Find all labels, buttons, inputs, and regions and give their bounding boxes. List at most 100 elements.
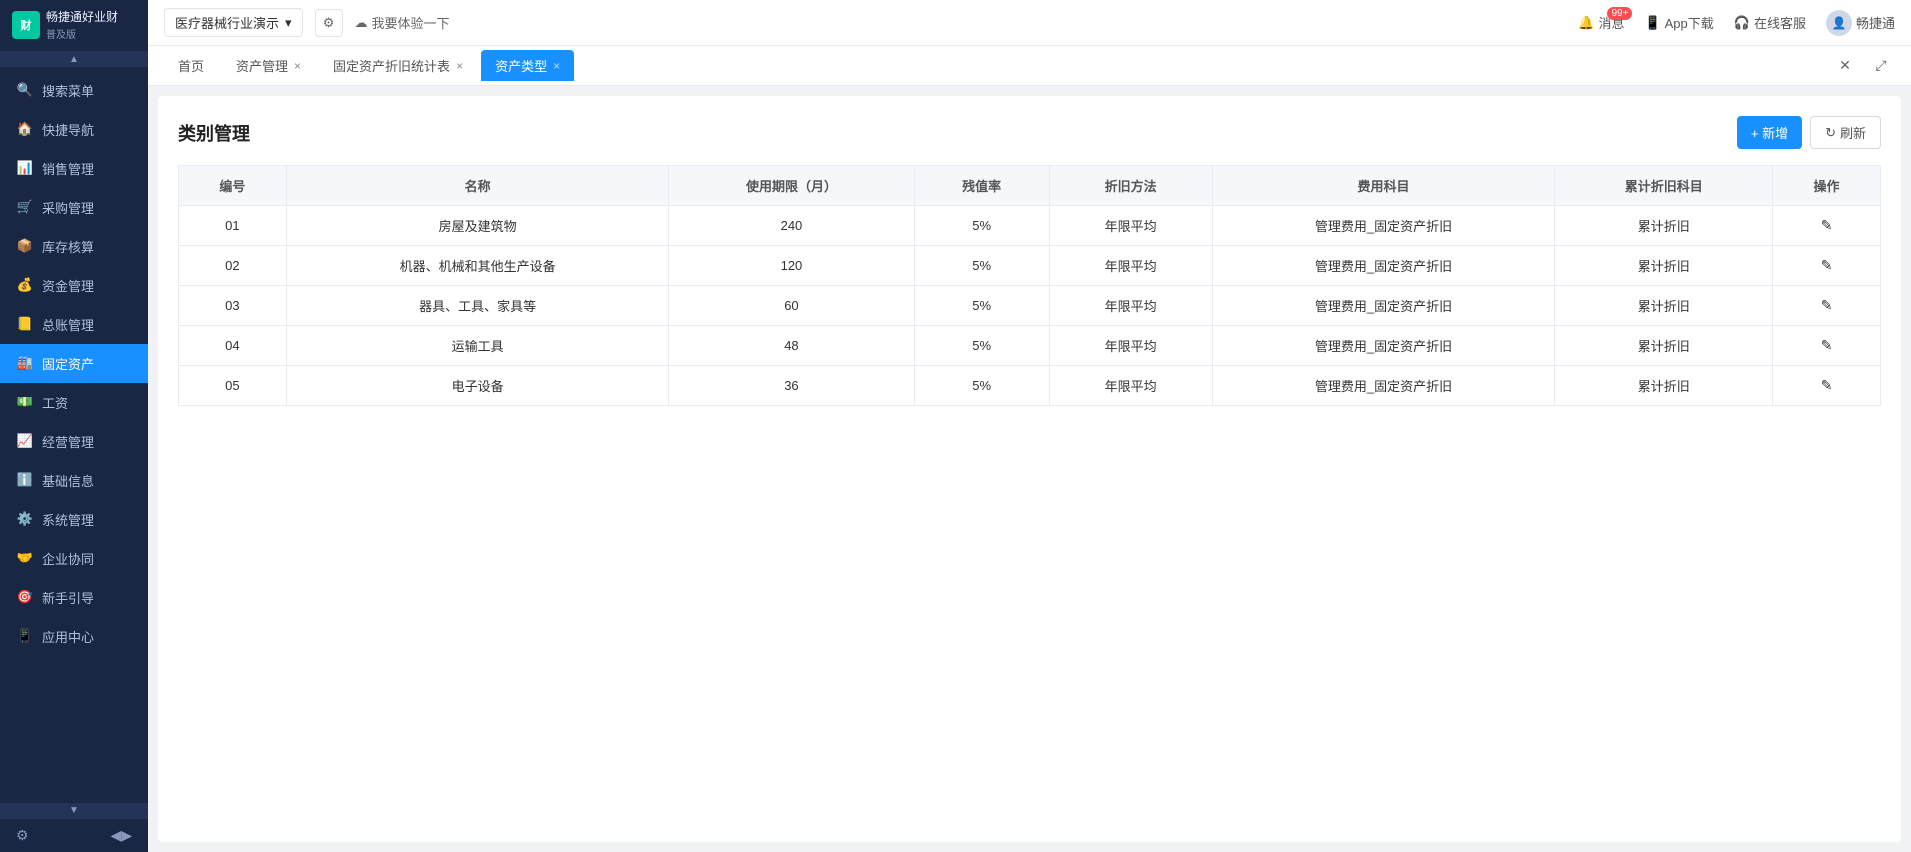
header-actions: + 新增 ↻ 刷新 bbox=[1737, 116, 1881, 149]
sidebar-item-fixed-assets[interactable]: 🏭 固定资产 bbox=[0, 344, 148, 383]
cell-1-1: 机器、机械和其他生产设备 bbox=[286, 246, 669, 286]
experience-button[interactable]: ☁ 我要体验一下 bbox=[355, 13, 450, 32]
table-row: 04运输工具485%年限平均管理费用_固定资产折旧累计折旧✎ bbox=[179, 326, 1881, 366]
sidebar-item-operations[interactable]: 📈 经营管理 bbox=[0, 422, 148, 461]
fixed-assets-icon: 🏭 bbox=[16, 354, 34, 372]
expand-tab-button[interactable]: ⤢ bbox=[1867, 52, 1895, 80]
cell-2-3: 5% bbox=[914, 286, 1049, 326]
company-selector[interactable]: 医疗器械行业演示 ▾ bbox=[164, 8, 303, 37]
cell-1-2: 120 bbox=[669, 246, 914, 286]
cell-2-0: 03 bbox=[179, 286, 287, 326]
purchase-icon: 🛒 bbox=[16, 198, 34, 216]
cell-3-2: 48 bbox=[669, 326, 914, 366]
sidebar-item-ledger[interactable]: 📒 总账管理 bbox=[0, 305, 148, 344]
tabs-bar: 首页资产管理×固定资产折旧统计表×资产类型× ✕ ⤢ bbox=[148, 46, 1911, 86]
operations-icon: 📈 bbox=[16, 432, 34, 450]
tab-label: 首页 bbox=[178, 56, 204, 75]
funds-icon: 💰 bbox=[16, 276, 34, 294]
cell-4-6: 累计折旧 bbox=[1555, 366, 1773, 406]
sidebar-item-label: 基础信息 bbox=[42, 471, 94, 490]
settings-icon[interactable]: ⚙ bbox=[16, 827, 29, 844]
sales-icon: 📊 bbox=[16, 159, 34, 177]
basic-info-icon: ℹ️ bbox=[16, 471, 34, 489]
bell-icon: 🔔 bbox=[1578, 15, 1594, 31]
th-1: 名称 bbox=[286, 166, 669, 206]
cell-3-5: 管理费用_固定资产折旧 bbox=[1212, 326, 1555, 366]
topbar-right: 🔔 消息 99+ 📱 App下载 🎧 在线客服 👤 畅捷通 bbox=[1578, 10, 1895, 36]
sidebar-item-system[interactable]: ⚙️ 系统管理 bbox=[0, 500, 148, 539]
sidebar: 财 畅捷通好业财 普及版 ▲ 🔍 搜索菜单 🏠 快捷导航 📊 销售管理 🛒 采购… bbox=[0, 0, 148, 852]
sidebar-item-guide[interactable]: 🎯 新手引导 bbox=[0, 578, 148, 617]
scroll-down-icon[interactable]: ▼ bbox=[69, 805, 79, 816]
sidebar-item-search[interactable]: 🔍 搜索菜单 bbox=[0, 71, 148, 110]
sidebar-item-purchase[interactable]: 🛒 采购管理 bbox=[0, 188, 148, 227]
tab-home[interactable]: 首页 bbox=[164, 50, 218, 81]
sidebar-item-quicknav[interactable]: 🏠 快捷导航 bbox=[0, 110, 148, 149]
th-4: 折旧方法 bbox=[1049, 166, 1212, 206]
sidebar-nav: 🔍 搜索菜单 🏠 快捷导航 📊 销售管理 🛒 采购管理 📦 库存核算 💰 资金管… bbox=[0, 67, 148, 803]
edit-button[interactable]: ✎ bbox=[1773, 246, 1881, 286]
sidebar-logo: 财 畅捷通好业财 普及版 bbox=[0, 0, 148, 52]
cell-4-4: 年限平均 bbox=[1049, 366, 1212, 406]
sidebar-item-basic-info[interactable]: ℹ️ 基础信息 bbox=[0, 461, 148, 500]
cell-4-5: 管理费用_固定资产折旧 bbox=[1212, 366, 1555, 406]
edit-button[interactable]: ✎ bbox=[1773, 206, 1881, 246]
edit-button[interactable]: ✎ bbox=[1773, 326, 1881, 366]
chevron-down-icon: ▾ bbox=[285, 15, 292, 31]
sidebar-item-funds[interactable]: 💰 资金管理 bbox=[0, 266, 148, 305]
sidebar-item-sales[interactable]: 📊 销售管理 bbox=[0, 149, 148, 188]
tab-close-icon[interactable]: × bbox=[553, 59, 560, 73]
sidebar-item-label: 固定资产 bbox=[42, 354, 94, 373]
scroll-up-icon[interactable]: ▲ bbox=[69, 54, 79, 65]
tab-close-icon[interactable]: × bbox=[456, 59, 463, 73]
user-label: 畅捷通 bbox=[1856, 13, 1895, 32]
table-body: 01房屋及建筑物2405%年限平均管理费用_固定资产折旧累计折旧✎02机器、机械… bbox=[179, 206, 1881, 406]
table-header: 编号名称使用期限（月）残值率折旧方法费用科目累计折旧科目操作 bbox=[179, 166, 1881, 206]
tab-label: 资产管理 bbox=[236, 56, 288, 75]
edit-button[interactable]: ✎ bbox=[1773, 366, 1881, 406]
topbar: 医疗器械行业演示 ▾ ⚙ ☁ 我要体验一下 🔔 消息 99+ 📱 App下载 🎧… bbox=[148, 0, 1911, 46]
close-tab-button[interactable]: ✕ bbox=[1831, 52, 1859, 80]
user-button[interactable]: 👤 畅捷通 bbox=[1826, 10, 1895, 36]
cell-4-1: 电子设备 bbox=[286, 366, 669, 406]
cell-0-6: 累计折旧 bbox=[1555, 206, 1773, 246]
cell-3-6: 累计折旧 bbox=[1555, 326, 1773, 366]
collapse-icon[interactable]: ◀▶ bbox=[110, 827, 132, 844]
cell-2-2: 60 bbox=[669, 286, 914, 326]
app-download-button[interactable]: 📱 App下载 bbox=[1644, 13, 1713, 32]
tab-asset-mgmt[interactable]: 资产管理 × bbox=[222, 50, 315, 81]
page-title: 类别管理 bbox=[178, 120, 250, 146]
tab-depreciation-table[interactable]: 固定资产折旧统计表× bbox=[319, 50, 477, 81]
customer-service-button[interactable]: 🎧 在线客服 bbox=[1734, 13, 1806, 32]
notifications-button[interactable]: 🔔 消息 99+ bbox=[1578, 13, 1624, 32]
cell-0-0: 01 bbox=[179, 206, 287, 246]
sidebar-footer: ⚙ ◀▶ bbox=[0, 818, 148, 852]
settings-gear-button[interactable]: ⚙ bbox=[315, 9, 343, 37]
guide-icon: 🎯 bbox=[16, 588, 34, 606]
gear-icon: ⚙ bbox=[323, 15, 335, 31]
scroll-down-area: ▼ bbox=[0, 803, 148, 818]
search-icon: 🔍 bbox=[16, 81, 34, 99]
tab-close-icon[interactable]: × bbox=[294, 59, 301, 73]
sidebar-item-label: 工资 bbox=[42, 393, 68, 412]
edit-button[interactable]: ✎ bbox=[1773, 286, 1881, 326]
cell-4-3: 5% bbox=[914, 366, 1049, 406]
refresh-label: 刷新 bbox=[1840, 123, 1866, 142]
page-content: 类别管理 + 新增 ↻ 刷新 编号名称使用期限（月）残值率折旧方法费用科目累计折… bbox=[158, 96, 1901, 842]
sidebar-item-label: 快捷导航 bbox=[42, 120, 94, 139]
enterprise-icon: 🤝 bbox=[16, 549, 34, 567]
scroll-up-area: ▲ bbox=[0, 52, 148, 67]
sidebar-item-app-center[interactable]: 📱 应用中心 bbox=[0, 617, 148, 656]
tab-asset-type[interactable]: 资产类型× bbox=[481, 50, 574, 81]
logo-icon: 财 bbox=[12, 11, 40, 39]
system-icon: ⚙️ bbox=[16, 510, 34, 528]
refresh-button[interactable]: ↻ 刷新 bbox=[1810, 116, 1881, 149]
cell-4-2: 36 bbox=[669, 366, 914, 406]
table-row: 03器具、工具、家具等605%年限平均管理费用_固定资产折旧累计折旧✎ bbox=[179, 286, 1881, 326]
th-7: 操作 bbox=[1773, 166, 1881, 206]
sidebar-item-enterprise[interactable]: 🤝 企业协同 bbox=[0, 539, 148, 578]
sidebar-item-label: 资金管理 bbox=[42, 276, 94, 295]
new-button[interactable]: + 新增 bbox=[1737, 116, 1802, 149]
sidebar-item-inventory[interactable]: 📦 库存核算 bbox=[0, 227, 148, 266]
sidebar-item-payroll[interactable]: 💵 工资 bbox=[0, 383, 148, 422]
